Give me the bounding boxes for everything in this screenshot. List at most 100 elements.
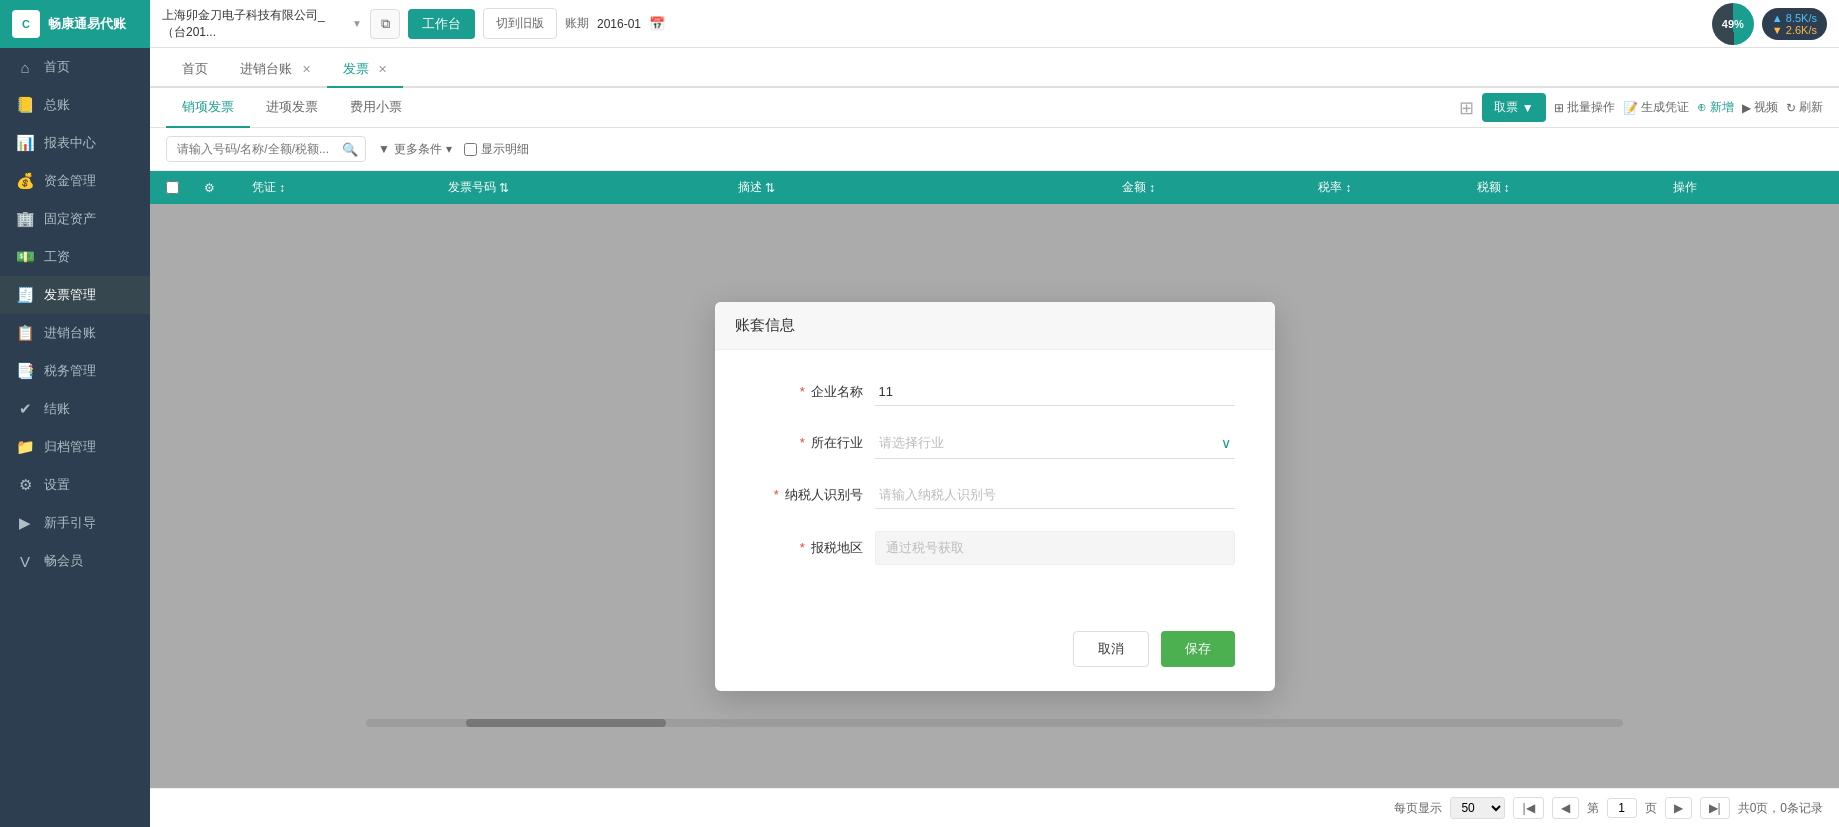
sidebar-item-label: 报表中心 [44, 134, 96, 152]
sidebar-item-label: 税务管理 [44, 362, 96, 380]
page-number-input[interactable] [1607, 798, 1637, 818]
refresh-icon: ↻ [1786, 101, 1796, 115]
tax-region-label: * 报税地区 [755, 539, 875, 557]
settings-col-icon[interactable]: ⚙ [204, 181, 215, 195]
amount-sort-icon[interactable]: ↕ [1149, 181, 1155, 195]
speed-down: ▼ 2.6K/s [1772, 24, 1817, 36]
industry-select[interactable]: 请选择行业 ∨ [875, 428, 1235, 459]
sidebar-item-assets[interactable]: 🏢 固定资产 [0, 200, 150, 238]
speed-up: ▲ 8.5K/s [1772, 12, 1817, 24]
tax-rate-sort-icon[interactable]: ↕ [1345, 181, 1351, 195]
sidebar-item-label: 资金管理 [44, 172, 96, 190]
old-version-button[interactable]: 切到旧版 [483, 8, 557, 39]
sidebar-item-label: 发票管理 [44, 286, 96, 304]
th-invoice-number: 发票号码 ⇅ [448, 179, 730, 196]
new-button[interactable]: ⊕ 新增 [1697, 99, 1734, 116]
sidebar-item-archive[interactable]: 📁 归档管理 [0, 428, 150, 466]
search-wrap: 🔍 [166, 136, 366, 162]
sidebar-item-label: 归档管理 [44, 438, 96, 456]
filter-icon: ▼ [378, 142, 390, 156]
cancel-button[interactable]: 取消 [1073, 631, 1149, 667]
modal-header: 账套信息 [715, 302, 1275, 350]
per-page-label: 每页显示 [1394, 800, 1442, 817]
invoice-number-sort-icon[interactable]: ⇅ [499, 181, 509, 195]
sidebar-item-vip[interactable]: V 畅会员 [0, 542, 150, 580]
workspace-button[interactable]: 工作台 [408, 9, 475, 39]
reports-icon: 📊 [16, 134, 34, 152]
search-icon: 🔍 [342, 142, 358, 157]
form-row-tax-region: * 报税地区 通过税号获取 [755, 531, 1235, 565]
network-speed: ▲ 8.5K/s ▼ 2.6K/s [1762, 8, 1827, 40]
tab-purchase-sales[interactable]: 进销台账 ✕ [224, 52, 327, 88]
sidebar-item-label: 结账 [44, 400, 70, 418]
table-footer: 每页显示 50 100 200 |◀ ◀ 第 页 ▶ ▶| 共0页，0条记录 [150, 788, 1839, 827]
assets-icon: 🏢 [16, 210, 34, 228]
purchase-icon: 📋 [16, 324, 34, 342]
select-all-checkbox[interactable] [166, 181, 179, 194]
filter-bar: 🔍 ▼ 更多条件 ▾ 显示明细 [150, 128, 1839, 171]
inner-tabs-bar: 销项发票 进项发票 费用小票 ⊞ 取票 ▼ ⊞ 批量操作 📝 生成凭证 ⊕ [150, 88, 1839, 128]
sidebar-logo: C 畅康通易代账 [0, 0, 150, 48]
period-label: 账期 [565, 15, 589, 32]
copy-icon: ⧉ [381, 16, 390, 32]
tax-amount-sort-icon[interactable]: ↕ [1504, 181, 1510, 195]
summary-sort-icon[interactable]: ⇅ [765, 181, 775, 195]
sidebar-item-reports[interactable]: 📊 报表中心 [0, 124, 150, 162]
main-content: 上海卯金刀电子科技有限公司_（台201... ▼ ⧉ 工作台 切到旧版 账期 2… [150, 0, 1839, 827]
video-button[interactable]: ▶ 视频 [1742, 99, 1778, 116]
modal-footer: 取消 保存 [715, 615, 1275, 691]
ticket-button[interactable]: 取票 ▼ [1482, 93, 1546, 122]
modal-title: 账套信息 [735, 316, 795, 333]
per-page-select[interactable]: 50 100 200 [1450, 797, 1505, 819]
tab-invoice[interactable]: 发票 ✕ [327, 52, 404, 88]
sidebar-item-general-ledger[interactable]: 📒 总账 [0, 86, 150, 124]
copy-icon-btn[interactable]: ⧉ [370, 9, 400, 39]
gen-voucher-button[interactable]: 📝 生成凭证 [1623, 99, 1689, 116]
th-operations: 操作 [1673, 179, 1823, 196]
batch-ops-button[interactable]: ⊞ 批量操作 [1554, 99, 1615, 116]
inner-tab-expense-receipt[interactable]: 费用小票 [334, 88, 418, 128]
tab-home[interactable]: 首页 [166, 52, 224, 88]
inner-tab-purchase-invoice[interactable]: 进项发票 [250, 88, 334, 128]
sidebar-item-purchase-sales[interactable]: 📋 进销台账 [0, 314, 150, 352]
modal-body: * 企业名称 * 所在行业 请选择行业 ∨ [715, 350, 1275, 615]
company-name-label: * 企业名称 [755, 383, 875, 401]
search-input[interactable] [166, 136, 366, 162]
more-conditions-btn[interactable]: ▼ 更多条件 ▾ [378, 141, 452, 158]
form-row-industry: * 所在行业 请选择行业 ∨ [755, 428, 1235, 459]
tab-invoice-close[interactable]: ✕ [378, 63, 387, 75]
show-detail-checkbox[interactable] [464, 143, 477, 156]
prev-page-btn[interactable]: ◀ [1552, 797, 1579, 819]
sidebar-item-home[interactable]: ⌂ 首页 [0, 48, 150, 86]
sidebar-item-funds[interactable]: 💰 资金管理 [0, 162, 150, 200]
save-button[interactable]: 保存 [1161, 631, 1235, 667]
sidebar-item-tax-mgmt[interactable]: 📑 税务管理 [0, 352, 150, 390]
batch-icon: ⊞ [1554, 101, 1564, 115]
invoice-icon: 🧾 [16, 286, 34, 304]
sidebar-item-payroll[interactable]: 💵 工资 [0, 238, 150, 276]
logo-icon: C [12, 10, 40, 38]
next-page-btn[interactable]: ▶ [1665, 797, 1692, 819]
company-selector[interactable]: 上海卯金刀电子科技有限公司_（台201... ▼ [162, 7, 362, 41]
plus-icon: ⊕ [1697, 100, 1707, 114]
grid-view-icon[interactable]: ⊞ [1459, 97, 1474, 119]
first-page-btn[interactable]: |◀ [1513, 797, 1543, 819]
total-info: 共0页，0条记录 [1738, 800, 1823, 817]
sidebar-item-guide[interactable]: ▶ 新手引导 [0, 504, 150, 542]
sidebar-item-invoice-mgmt[interactable]: 🧾 发票管理 [0, 276, 150, 314]
company-name-input[interactable] [875, 378, 1235, 406]
tab-purchase-sales-close[interactable]: ✕ [302, 63, 311, 75]
refresh-button[interactable]: ↻ 刷新 [1786, 99, 1823, 116]
sidebar-item-closing[interactable]: ✔ 结账 [0, 390, 150, 428]
archive-icon: 📁 [16, 438, 34, 456]
company-arrow-icon: ▼ [352, 18, 362, 29]
payroll-icon: 💵 [16, 248, 34, 266]
sidebar: C 畅康通易代账 ⌂ 首页 📒 总账 📊 报表中心 💰 资金管理 🏢 固定资产 … [0, 0, 150, 827]
app-name: 畅康通易代账 [48, 15, 126, 33]
inner-tab-sales-invoice[interactable]: 销项发票 [166, 88, 250, 128]
tax-id-input[interactable] [875, 481, 1235, 509]
voucher-sort-icon[interactable]: ↕ [279, 181, 285, 195]
last-page-btn[interactable]: ▶| [1700, 797, 1730, 819]
sidebar-item-settings[interactable]: ⚙ 设置 [0, 466, 150, 504]
calendar-icon[interactable]: 📅 [649, 16, 665, 31]
